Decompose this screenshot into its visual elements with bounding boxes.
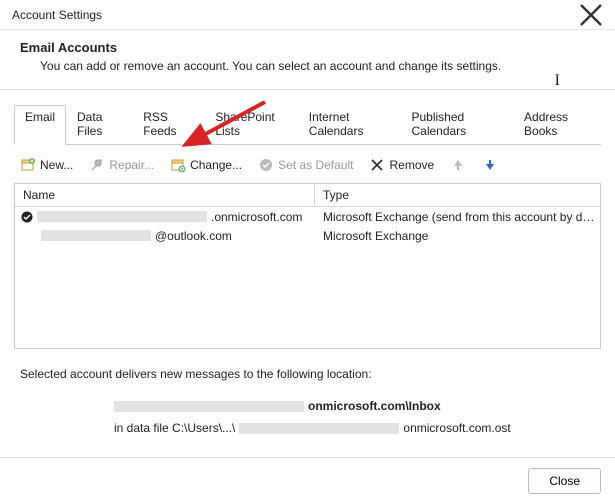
account-name-suffix: .onmicrosoft.com [211,210,302,224]
change-icon [170,157,186,173]
toolbar: New... Repair... Change... Set as Defaul… [14,151,601,183]
repair-label: Repair... [109,158,154,172]
arrow-down-icon [482,157,498,173]
new-icon [20,157,36,173]
new-label: New... [40,158,73,172]
set-default-button: Set as Default [254,155,357,175]
text-cursor: I [555,72,560,90]
delivery-file-suffix: onmicrosoft.com.ost [403,417,510,439]
remove-label: Remove [389,158,434,172]
tab-data-files[interactable]: Data Files [66,105,132,145]
check-circle-icon [258,157,274,173]
header: Email Accounts You can add or remove an … [0,30,615,90]
redacted-text [239,423,399,434]
tab-email[interactable]: Email [14,105,66,145]
footer: Close [0,457,615,503]
tab-address-books[interactable]: Address Books [513,105,601,145]
tab-rss-feeds[interactable]: RSS Feeds [132,105,204,145]
account-type: Microsoft Exchange (send from this accou… [315,210,600,224]
arrow-up-icon [450,157,466,173]
delivery-label: Selected account delivers new messages t… [14,349,601,385]
tab-internet-calendars[interactable]: Internet Calendars [298,105,401,145]
account-name-suffix: @outlook.com [155,229,232,243]
tabs: Email Data Files RSS Feeds SharePoint Li… [14,104,601,145]
default-account-icon [21,211,33,223]
account-type: Microsoft Exchange [315,229,600,243]
delivery-file-prefix: in data file C:\Users\...\ [114,417,235,439]
tab-published-calendars[interactable]: Published Calendars [400,105,513,145]
close-button[interactable]: Close [528,468,601,494]
move-down-button[interactable] [478,155,502,175]
delivery-location: onmicrosoft.com\Inbox in data file C:\Us… [14,385,601,449]
delivery-folder: onmicrosoft.com\Inbox [308,395,441,417]
header-title: Email Accounts [20,40,595,55]
accounts-table: Name Type .onmicrosoft.com Microsoft Exc… [14,183,601,349]
remove-icon [369,157,385,173]
repair-icon [89,157,105,173]
table-row[interactable]: .onmicrosoft.com Microsoft Exchange (sen… [15,207,600,226]
table-header: Name Type [15,184,600,207]
header-subtitle: You can add or remove an account. You ca… [40,59,595,73]
move-up-button [446,155,470,175]
redacted-text [41,230,151,241]
close-icon[interactable] [575,0,607,30]
column-name[interactable]: Name [15,184,315,206]
column-type[interactable]: Type [315,184,600,206]
new-button[interactable]: New... [16,155,77,175]
change-label: Change... [190,158,242,172]
repair-button: Repair... [85,155,158,175]
change-button[interactable]: Change... [166,155,246,175]
remove-button[interactable]: Remove [365,155,438,175]
redacted-text [37,211,207,222]
titlebar: Account Settings [0,0,615,30]
table-row[interactable]: @outlook.com Microsoft Exchange [15,226,600,245]
window-title: Account Settings [12,8,102,22]
tab-sharepoint-lists[interactable]: SharePoint Lists [204,105,297,145]
set-default-label: Set as Default [278,158,353,172]
redacted-text [114,401,304,412]
